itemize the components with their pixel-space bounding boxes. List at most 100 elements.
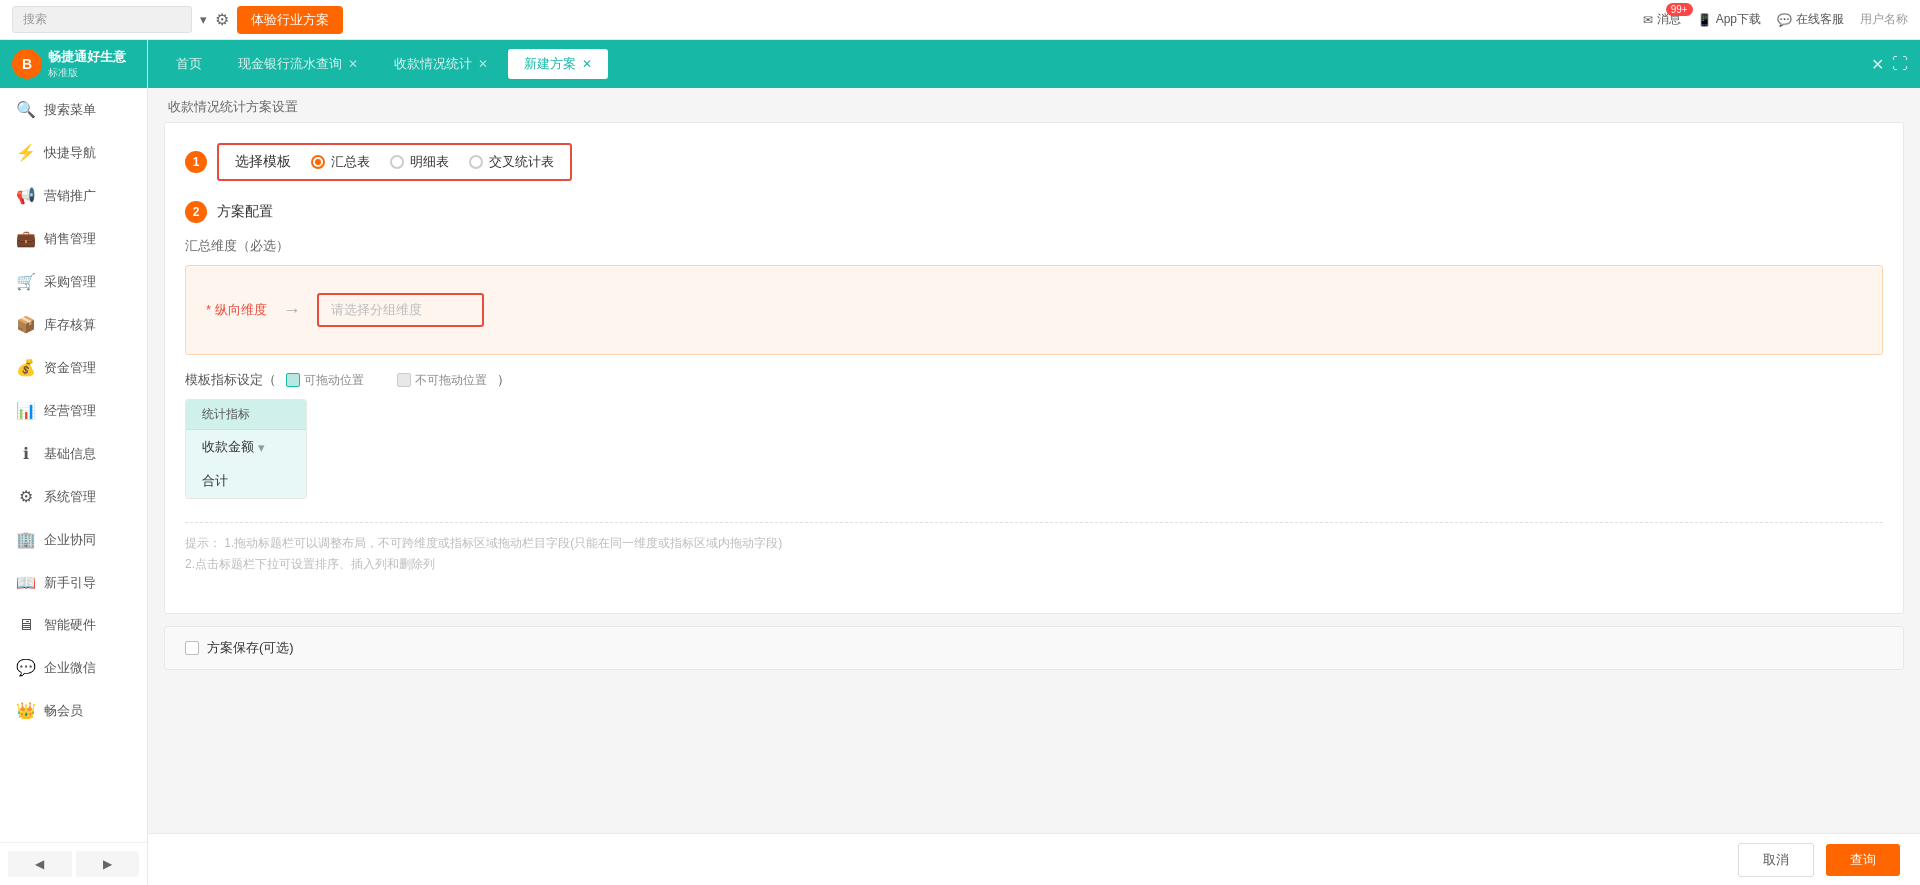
metrics-header: 模板指标设定（ 可拖动位置 不可拖动位置 ） bbox=[185, 371, 1883, 389]
sidebar-item-marketing[interactable]: 📢 营销推广 bbox=[0, 174, 147, 217]
sidebar-item-purchase[interactable]: 🛒 采购管理 bbox=[0, 260, 147, 303]
dimension-arrow-icon: → bbox=[283, 300, 301, 321]
logo-icon: B bbox=[12, 49, 42, 79]
tab-home[interactable]: 首页 bbox=[160, 49, 218, 79]
dimension-required-label: 汇总维度（必选） bbox=[185, 237, 1883, 255]
gear-icon[interactable]: ⚙ bbox=[215, 10, 229, 29]
notification-item[interactable]: ✉ 消息 99+ bbox=[1643, 11, 1681, 28]
management-icon: 📊 bbox=[16, 401, 36, 420]
sidebar-item-enterprise[interactable]: 🏢 企业协同 bbox=[0, 518, 147, 561]
metrics-grid-header: 统计指标 bbox=[186, 400, 306, 430]
finance-icon: 💰 bbox=[16, 358, 36, 377]
step1-section: 1 选择模板 汇总表 明细表 bbox=[185, 143, 1883, 181]
tab-newplan[interactable]: 新建方案 ✕ bbox=[508, 49, 608, 79]
sidebar-item-label: 智能硬件 bbox=[44, 616, 96, 634]
sidebar-item-label: 库存核算 bbox=[44, 316, 96, 334]
content-area: 首页 现金银行流水查询 ✕ 收款情况统计 ✕ 新建方案 ✕ ✕ ⛶ 收款情况统计… bbox=[148, 40, 1920, 885]
metrics-cell-total: 合计 bbox=[186, 464, 306, 498]
sidebar-item-label: 采购管理 bbox=[44, 273, 96, 291]
guide-icon: 📖 bbox=[16, 573, 36, 592]
nav-icon: ⚡ bbox=[16, 143, 36, 162]
top-bar: 搜索 ▾ ⚙ 体验行业方案 ✉ 消息 99+ 📱 App下载 💬 在线客服 用户… bbox=[0, 0, 1920, 40]
tab-collection[interactable]: 收款情况统计 ✕ bbox=[378, 49, 504, 79]
sidebar-bottom: ◀ ▶ bbox=[0, 842, 147, 885]
username: 用户名称 bbox=[1860, 11, 1908, 28]
step1-number: 1 bbox=[185, 151, 207, 173]
inventory-icon: 📦 bbox=[16, 315, 36, 334]
sidebar-item-label: 畅会员 bbox=[44, 702, 83, 720]
save-checkbox[interactable] bbox=[185, 641, 199, 655]
tab-home-label: 首页 bbox=[176, 55, 202, 73]
sidebar-item-finance[interactable]: 💰 资金管理 bbox=[0, 346, 147, 389]
notification-badge: 99+ bbox=[1666, 3, 1693, 16]
radio-detail-circle bbox=[390, 155, 404, 169]
legend-draggable-label: 可拖动位置 bbox=[304, 372, 364, 389]
template-select-box: 选择模板 汇总表 明细表 bbox=[217, 143, 572, 181]
metrics-total-label: 合计 bbox=[202, 473, 228, 488]
sidebar-logo: B 畅捷通好生意 标准版 bbox=[0, 40, 147, 88]
tab-cashflow-close-icon[interactable]: ✕ bbox=[348, 58, 358, 70]
metrics-dropdown-icon[interactable]: ▾ bbox=[258, 440, 265, 455]
radio-detail-label: 明细表 bbox=[410, 153, 449, 171]
radio-summary-label: 汇总表 bbox=[331, 153, 370, 171]
tab-newplan-close-icon[interactable]: ✕ bbox=[582, 58, 592, 70]
sidebar-item-inventory[interactable]: 📦 库存核算 bbox=[0, 303, 147, 346]
tips-section: 提示： 1.拖动标题栏可以调整布局，不可跨维度或指标区域拖动栏目字段(只能在同一… bbox=[185, 522, 1883, 573]
tab-newplan-label: 新建方案 bbox=[524, 55, 576, 73]
cancel-button[interactable]: 取消 bbox=[1738, 843, 1814, 877]
sidebar-bottom-btn1[interactable]: ◀ bbox=[8, 851, 72, 877]
search-icon: 🔍 bbox=[16, 100, 36, 119]
service-item[interactable]: 💬 在线客服 bbox=[1777, 11, 1844, 28]
sidebar-item-label: 企业协同 bbox=[44, 531, 96, 549]
trial-button[interactable]: 体验行业方案 bbox=[237, 6, 343, 34]
sidebar-item-label: 经营管理 bbox=[44, 402, 96, 420]
metrics-amount-label: 收款金额 bbox=[202, 438, 254, 456]
save-label: 方案保存(可选) bbox=[207, 639, 294, 657]
search-placeholder: 搜索 bbox=[23, 12, 47, 26]
dimension-area: * 纵向维度 → 请选择分组维度 bbox=[185, 265, 1883, 355]
metrics-separator bbox=[374, 371, 387, 389]
sidebar-item-hardware[interactable]: 🖥 智能硬件 bbox=[0, 604, 147, 646]
marketing-icon: 📢 bbox=[16, 186, 36, 205]
basic-icon: ℹ bbox=[16, 444, 36, 463]
radio-cross-circle bbox=[469, 155, 483, 169]
sidebar-item-management[interactable]: 📊 经营管理 bbox=[0, 389, 147, 432]
tab-cashflow-label: 现金银行流水查询 bbox=[238, 55, 342, 73]
query-button[interactable]: 查询 bbox=[1826, 844, 1900, 876]
sidebar-item-member[interactable]: 👑 畅会员 bbox=[0, 689, 147, 732]
tips-text1: 1.拖动标题栏可以调整布局，不可跨维度或指标区域拖动栏目字段(只能在同一维度或指… bbox=[224, 536, 782, 550]
logo-text: 畅捷通好生意 bbox=[48, 48, 126, 66]
radio-summary[interactable]: 汇总表 bbox=[311, 153, 370, 171]
metrics-cell-amount: 收款金额 ▾ bbox=[186, 430, 306, 464]
legend-nondraggable-label: 不可拖动位置 bbox=[415, 372, 487, 389]
service-icon: 💬 bbox=[1777, 13, 1792, 27]
sidebar-item-sales[interactable]: 💼 销售管理 bbox=[0, 217, 147, 260]
tab-cashflow[interactable]: 现金银行流水查询 ✕ bbox=[222, 49, 374, 79]
logo-abbr: B bbox=[22, 56, 32, 72]
sidebar-bottom-btn2[interactable]: ▶ bbox=[76, 851, 140, 877]
download-icon: 📱 bbox=[1697, 13, 1712, 27]
member-icon: 👑 bbox=[16, 701, 36, 720]
step2-section: 2 方案配置 汇总维度（必选） * 纵向维度 → 请选择分组维度 bbox=[185, 201, 1883, 573]
radio-cross[interactable]: 交叉统计表 bbox=[469, 153, 554, 171]
radio-detail[interactable]: 明细表 bbox=[390, 153, 449, 171]
sidebar-item-guide[interactable]: 📖 新手引导 bbox=[0, 561, 147, 604]
sidebar-item-basic[interactable]: ℹ 基础信息 bbox=[0, 432, 147, 475]
sidebar-item-system[interactable]: ⚙ 系统管理 bbox=[0, 475, 147, 518]
download-item[interactable]: 📱 App下载 bbox=[1697, 11, 1761, 28]
dropdown-arrow-icon[interactable]: ▾ bbox=[200, 12, 207, 27]
sidebar-item-label: 营销推广 bbox=[44, 187, 96, 205]
dimension-input[interactable]: 请选择分组维度 bbox=[317, 293, 484, 327]
tips-text2: 2.点击标题栏下拉可设置排序、插入列和删除列 bbox=[185, 557, 435, 571]
maximize-icon[interactable]: ⛶ bbox=[1892, 55, 1908, 73]
page-content: 收款情况统计方案设置 1 选择模板 汇总表 bbox=[148, 88, 1920, 833]
config-section: 汇总维度（必选） * 纵向维度 → 请选择分组维度 bbox=[185, 237, 1883, 573]
close-window-icon[interactable]: ✕ bbox=[1871, 55, 1884, 74]
sidebar-item-wechat[interactable]: 💬 企业微信 bbox=[0, 646, 147, 689]
search-box[interactable]: 搜索 bbox=[12, 6, 192, 33]
tab-collection-close-icon[interactable]: ✕ bbox=[478, 58, 488, 70]
sidebar-item-label: 新手引导 bbox=[44, 574, 96, 592]
sidebar-item-search[interactable]: 🔍 搜索菜单 bbox=[0, 88, 147, 131]
sidebar-item-nav[interactable]: ⚡ 快捷导航 bbox=[0, 131, 147, 174]
radio-group: 汇总表 明细表 交叉统计表 bbox=[311, 153, 554, 171]
